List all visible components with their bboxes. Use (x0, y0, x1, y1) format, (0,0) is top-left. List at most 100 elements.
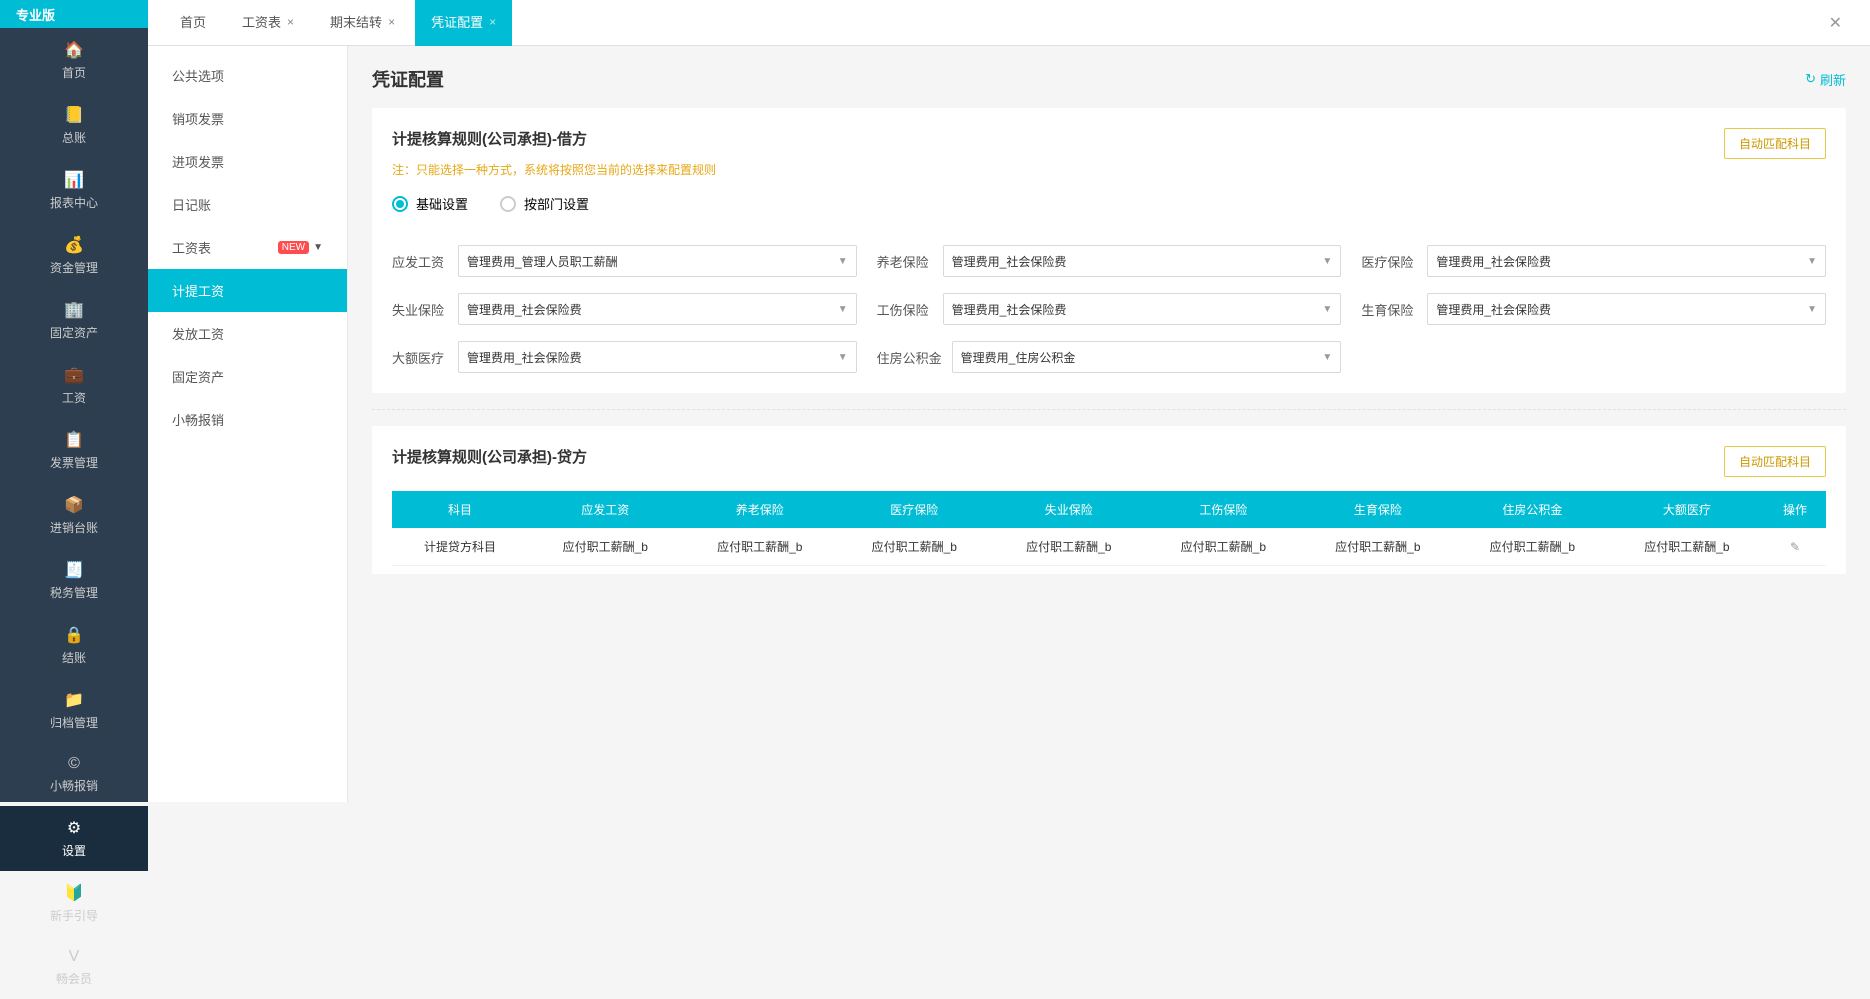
sidebar-item-xiao[interactable]: ©小畅报销 (0, 743, 148, 806)
left-nav-sales[interactable]: 销项发票 (148, 97, 347, 140)
form-item-生育保险: 生育保险 管理费用_社会保险费 ▼ (1361, 293, 1826, 325)
form-select-应发工资[interactable]: 管理费用_管理人员职工薪酬 ▼ (458, 245, 857, 277)
col-header-操作: 操作 (1764, 491, 1826, 528)
col-header-住房公积金: 住房公积金 (1455, 491, 1610, 528)
sidebar-item-guide[interactable]: 🔰新手引导 (0, 871, 148, 936)
tab-voucher[interactable]: 凭证配置× (415, 0, 512, 46)
section1-note: 注：只能选择一种方式，系统将按照您当前的选择来配置规则 (392, 161, 716, 178)
tab-period[interactable]: 期末结转 × (314, 0, 411, 46)
sidebar-label-settings: 设置 (62, 842, 86, 859)
sidebar-item-invoice[interactable]: 📋发票管理 (0, 418, 148, 483)
form-item-大额医疗: 大额医疗 管理费用_社会保险费 ▼ (392, 341, 857, 373)
assets-icon: 🏢 (64, 300, 84, 320)
tab-salary[interactable]: 工资表× (226, 0, 310, 46)
left-nav-distribute[interactable]: 发放工资 (148, 312, 347, 355)
settings-icon: ⚙ (67, 818, 81, 838)
sidebar-item-reports[interactable]: 📊 报表中心 (0, 158, 148, 223)
left-nav-public[interactable]: 公共选项 (148, 54, 347, 97)
home-icon: 🏠 (64, 40, 84, 60)
left-nav-label-sales: 销项发票 (172, 109, 224, 128)
radio-circle-department (500, 196, 516, 212)
sidebar-label-reports: 报表中心 (50, 194, 98, 211)
invoice-icon: 📋 (64, 430, 84, 450)
arrow-salarylist: ▼ (313, 242, 323, 253)
left-nav-journal[interactable]: 日记账 (148, 183, 347, 226)
form-select-value-生育保险: 管理费用_社会保险费 (1436, 301, 1551, 318)
form-select-失业保险[interactable]: 管理费用_社会保险费 ▼ (458, 293, 857, 325)
form-select-value-失业保险: 管理费用_社会保险费 (467, 301, 582, 318)
dropdown-arrow-失业保险: ▼ (838, 304, 848, 315)
form-item-医疗保险: 医疗保险 管理费用_社会保险费 ▼ (1361, 245, 1826, 277)
form-select-医疗保险[interactable]: 管理费用_社会保险费 ▼ (1427, 245, 1826, 277)
form-select-value-工伤保险: 管理费用_社会保险费 (952, 301, 1067, 318)
form-select-生育保险[interactable]: 管理费用_社会保险费 ▼ (1427, 293, 1826, 325)
sidebar-label-xiao: 小畅报销 (50, 777, 98, 794)
dropdown-arrow-养老保险: ▼ (1322, 256, 1332, 267)
sidebar-item-archive[interactable]: 📁归档管理 (0, 678, 148, 743)
form-label-养老保险: 养老保险 (877, 252, 933, 271)
left-nav-label-public: 公共选项 (172, 66, 224, 85)
form-select-养老保险[interactable]: 管理费用_社会保险费 ▼ (943, 245, 1342, 277)
section2-title: 计提核算规则(公司承担)-贷方 (392, 446, 587, 467)
form-select-value-应发工资: 管理费用_管理人员职工薪酬 (467, 253, 618, 270)
auto-match-debit-button[interactable]: 自动匹配科目 (1724, 128, 1826, 159)
col-header-生育保险: 生育保险 (1301, 491, 1456, 528)
table-cell-0-2: 应付职工薪酬_b (683, 528, 838, 566)
form-label-工伤保险: 工伤保险 (877, 300, 933, 319)
form-select-住房公积金[interactable]: 管理费用_住房公积金 ▼ (952, 341, 1342, 373)
left-nav-label-journal: 日记账 (172, 195, 211, 214)
left-nav-label-purchase: 进项发票 (172, 152, 224, 171)
sidebar-item-close[interactable]: 🔒结账 (0, 613, 148, 678)
radio-basic[interactable]: 基础设置 (392, 194, 468, 213)
tab-label-home: 首页 (180, 12, 206, 31)
section1-header: 计提核算规则(公司承担)-借方 注：只能选择一种方式，系统将按照您当前的选择来配… (392, 128, 1826, 233)
left-nav-purchase[interactable]: 进项发票 (148, 140, 347, 183)
tab-home[interactable]: 首页 (164, 0, 222, 46)
sidebar-item-ledger[interactable]: 📒总账 (0, 93, 148, 158)
sidebar-item-home[interactable]: 🏠首页 (0, 28, 148, 93)
radio-department[interactable]: 按部门设置 (500, 194, 589, 213)
left-navigation: 公共选项销项发票进项发票日记账工资表NEW▼计提工资发放工资固定资产小畅报销 (148, 46, 348, 802)
left-nav-calculate[interactable]: 计提工资 (148, 269, 347, 312)
sidebar-label-ledger: 总账 (62, 129, 86, 146)
refresh-icon: ↻ (1805, 71, 1816, 87)
tab-close-voucher[interactable]: × (489, 15, 496, 29)
tab-close-period[interactable]: × (388, 15, 395, 29)
form-select-工伤保险[interactable]: 管理费用_社会保险费 ▼ (943, 293, 1342, 325)
sidebar-item-salary[interactable]: 💼工资 (0, 353, 148, 418)
stockledger-icon: 📦 (64, 495, 84, 515)
sidebar-label-salary: 工资 (62, 389, 86, 406)
sidebar-item-stockledger[interactable]: 📦 进销台账 (0, 483, 148, 548)
table-cell-0-9[interactable]: ✎ (1764, 528, 1826, 566)
form-item-住房公积金: 住房公积金 管理费用_住房公积金 ▼ (877, 341, 1342, 373)
left-nav-label-fixedassets: 固定资产 (172, 367, 224, 386)
form-label-大额医疗: 大额医疗 (392, 348, 448, 367)
left-nav-salarylist[interactable]: 工资表NEW▼ (148, 226, 347, 269)
tab-label-period: 期末结转 (330, 12, 382, 31)
left-nav-xiaochang[interactable]: 小畅报销 (148, 398, 347, 441)
reports-icon: 📊 (64, 170, 84, 190)
content-area: 公共选项销项发票进项发票日记账工资表NEW▼计提工资发放工资固定资产小畅报销 凭… (148, 46, 1870, 802)
page-content: 凭证配置 ↻ 刷新 计提核算规则(公司承担)-借方 注：只能选择一种方式，系统将… (348, 46, 1870, 802)
dropdown-arrow-大额医疗: ▼ (838, 352, 848, 363)
sidebar-label-stockledger: 进销台账 (50, 519, 98, 536)
tab-close-salary[interactable]: × (287, 15, 294, 29)
form-select-大额医疗[interactable]: 管理费用_社会保险费 ▼ (458, 341, 857, 373)
left-nav-fixedassets[interactable]: 固定资产 (148, 355, 347, 398)
auto-match-credit-button[interactable]: 自动匹配科目 (1724, 446, 1826, 477)
form-item-失业保险: 失业保险 管理费用_社会保险费 ▼ (392, 293, 857, 325)
section-debit: 计提核算规则(公司承担)-借方 注：只能选择一种方式，系统将按照您当前的选择来配… (372, 108, 1846, 393)
sidebar-label-funds: 资金管理 (50, 259, 98, 276)
radio-label-basic: 基础设置 (416, 194, 468, 213)
sidebar-item-settings[interactable]: ⚙ 设置 (0, 806, 148, 871)
sidebar-item-funds[interactable]: 💰资金管理 (0, 223, 148, 288)
sidebar-item-assets[interactable]: 🏢固定资产 (0, 288, 148, 353)
close-icon: 🔒 (64, 625, 84, 645)
refresh-button[interactable]: ↻ 刷新 (1805, 70, 1846, 89)
sidebar-item-tax[interactable]: 🧾税务管理 (0, 548, 148, 613)
page-header: 凭证配置 ↻ 刷新 (372, 66, 1846, 92)
col-header-应发工资: 应发工资 (528, 491, 683, 528)
sidebar-label-guide: 新手引导 (50, 907, 98, 924)
window-close-button[interactable]: ✕ (1817, 9, 1854, 37)
sidebar-item-member[interactable]: V畅会员 (0, 936, 148, 999)
